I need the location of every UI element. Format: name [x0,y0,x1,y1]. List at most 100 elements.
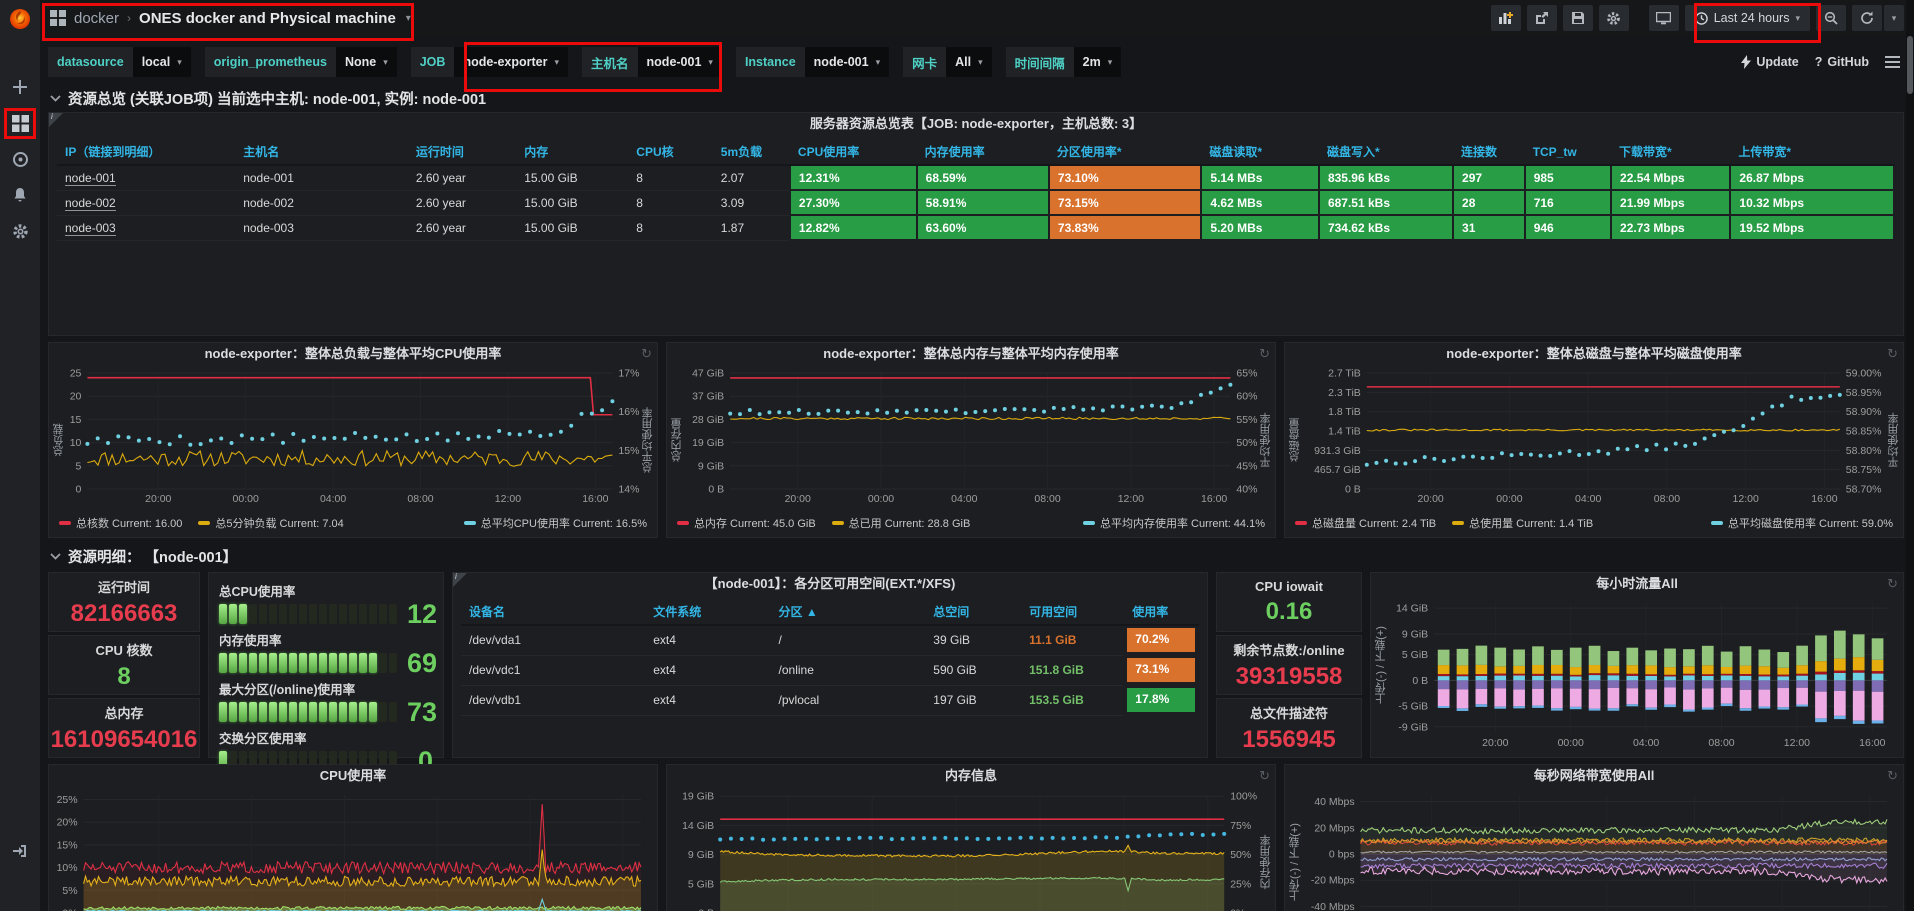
panel-title[interactable]: 【node-001】：各分区可用空间(EXT.*/XFS) [453,573,1207,595]
variable-value-dropdown[interactable]: node-exporter ▾ [454,47,569,77]
variable-value-dropdown[interactable]: All ▾ [946,47,992,77]
chart-plot[interactable]: 25 20 15 10 5 0 17% 16% 15% 14% 20:00 00:00 04:00 08:… [53,367,653,506]
zoom-out-button[interactable] [1816,5,1846,31]
avail-cell: 153.5 GiB [1021,685,1125,716]
refresh-icon[interactable]: ↻ [641,346,652,362]
legend-item[interactable]: 总平均内存使用率 Current: 44.1% [1082,515,1265,531]
variable-value-dropdown[interactable]: 2m ▾ [1073,47,1122,77]
panel-title[interactable]: 内存信息 [667,765,1275,787]
grafana-logo[interactable] [0,4,40,34]
column-header[interactable]: 使用率 [1124,599,1198,626]
chart-plot[interactable]: 2.7 TiB 2.3 TiB 1.8 TiB 1.4 TiB 931.3 GiB 465… [1289,367,1899,506]
refresh-interval-dropdown[interactable]: ▾ [1884,5,1904,31]
dashboards-menu-item[interactable] [0,108,40,138]
refresh-icon[interactable]: ↻ [1887,346,1898,362]
scrollbar[interactable] [1906,0,1914,911]
svg-text:9 GiB: 9 GiB [698,460,724,472]
column-header[interactable]: 下载带宽* [1611,139,1731,166]
variable-value-dropdown[interactable]: node-001 ▾ [637,47,722,77]
dashboard-title[interactable]: ONES docker and Physical machine [139,10,396,27]
chart-plot[interactable]: 40 Mbps20 Mbps0 bps-20 Mbps-40 Mbps20:00… [1289,789,1899,911]
column-header[interactable]: 5m负载 [712,139,790,166]
dashboard-settings-button[interactable] [1598,5,1629,31]
menu-icon[interactable] [1885,56,1900,68]
panel-title[interactable]: 每小时流量All [1371,573,1903,595]
refresh-icon[interactable]: ↻ [1887,576,1898,592]
column-header[interactable]: 上传带宽* [1730,139,1894,166]
panel-info-icon[interactable]: i [49,112,63,127]
chart-plot[interactable]: 47 GiB 37 GiB 28 GiB 19 GiB 9 GiB 0 B 65% 60% 55… [671,367,1271,506]
svg-text:45%: 45% [1236,460,1257,472]
column-header[interactable]: TCP_tw [1524,139,1612,166]
panel-title[interactable]: 服务器资源总览表【JOB: node-exporter，主机总数: 3】 [49,113,1903,135]
svg-text:-9 GiB: -9 GiB [1398,721,1428,733]
gauge-value: 69 [407,648,438,678]
table-cell[interactable]: node-001 [57,165,236,191]
legend-item[interactable]: 总平均CPU使用率 Current: 16.5% [463,515,647,531]
section-overview[interactable]: 资源总览 (关联JOB项) 当前选中主机: node-001, 实例: node… [50,88,486,109]
refresh-icon[interactable]: ↻ [1887,768,1898,784]
breadcrumb[interactable]: docker › ONES docker and Physical machin… [50,10,411,27]
column-header[interactable]: 主机名 [235,139,408,166]
column-header[interactable]: 设备名 [461,599,646,626]
explore-menu-item[interactable] [0,144,40,174]
save-button[interactable] [1562,5,1593,31]
column-header[interactable]: CPU使用率 [789,139,917,166]
column-header[interactable]: 运行时间 [407,139,517,166]
variable-value-dropdown[interactable]: None ▾ [335,47,397,77]
panel-title[interactable]: CPU使用率 [49,765,657,787]
alerting-menu-item[interactable] [0,180,40,210]
chart-plot[interactable]: 14 GiB 9 GiB 5 GiB 0 B -5 GiB -9 GiB 20:00 00:0… [1375,597,1899,749]
clock-icon [1694,11,1708,25]
chart-plot[interactable]: 19 GiB 14 GiB 9 GiB 5 GiB 0 B 100% 75% 50% 25% 0%… [671,789,1271,911]
panel-title[interactable]: node-exporter：整体总内存与整体平均内存使用率 [667,343,1275,365]
column-header[interactable]: 内存 [516,139,629,166]
legend-item[interactable]: 总使用量 Current: 1.4 TiB [1452,515,1593,531]
column-header[interactable]: 内存使用率 [916,139,1049,166]
time-range-picker[interactable]: Last 24 hours ▾ [1684,5,1810,31]
add-panel-button[interactable] [1490,5,1521,31]
configuration-menu-item[interactable] [0,216,40,246]
refresh-button[interactable] [1852,5,1882,31]
column-header[interactable]: IP（链接到明细） [57,139,236,166]
github-link[interactable]: ? GitHub [1815,55,1869,69]
variable-value-dropdown[interactable]: node-001 ▾ [804,47,890,77]
table-cell[interactable]: node-002 [57,190,236,216]
chart-plot[interactable]: 25%20%15%10%5%0%20:0000:0004:0008:0012:0… [53,789,653,911]
panel-info-icon[interactable]: i [453,572,467,587]
legend-item[interactable]: 总平均磁盘使用率 Current: 59.0% [1710,515,1893,531]
singlestat-statsLeft-0: 运行时间 82166663 [48,572,200,632]
legend-item[interactable]: 总5分钟负载 Current: 7.04 [198,515,344,531]
panel-title[interactable]: 每秒网络带宽使用All [1285,765,1903,787]
svg-text:20:00: 20:00 [785,493,811,505]
update-link[interactable]: Update [1741,55,1799,69]
column-header[interactable]: 分区使用率* [1048,139,1202,166]
legend-item[interactable]: 总内存 Current: 45.0 GiB [677,515,816,531]
create-menu-item[interactable] [0,72,40,102]
refresh-icon[interactable]: ↻ [1259,768,1270,784]
column-header[interactable]: 分区 ▲ [770,599,926,626]
svg-text:55%: 55% [1236,414,1257,426]
column-header[interactable]: 总空间 [925,599,1022,626]
breadcrumb-section[interactable]: docker [74,10,119,27]
section-detail[interactable]: 资源明细： 【node-001】 [50,546,237,567]
table-cell[interactable]: node-003 [57,215,236,241]
column-header[interactable]: 可用空间 [1021,599,1125,626]
scrollbar-thumb[interactable] [1907,36,1913,94]
share-button[interactable] [1526,5,1557,31]
panel-title[interactable]: node-exporter：整体总负载与整体平均CPU使用率 [49,343,657,365]
column-header[interactable]: 磁盘写入* [1318,139,1454,166]
column-header[interactable]: 连接数 [1453,139,1525,166]
sign-in-menu-item[interactable] [0,836,40,866]
column-header[interactable]: CPU核 [628,139,713,166]
cycle-view-button[interactable] [1648,5,1679,31]
variable-value-dropdown[interactable]: local ▾ [132,47,191,77]
legend-item[interactable]: 总核数 Current: 16.00 [59,515,182,531]
refresh-icon[interactable]: ↻ [1259,346,1270,362]
legend-item[interactable]: 总磁盘量 Current: 2.4 TiB [1295,515,1436,531]
column-header[interactable]: 文件系统 [645,599,771,626]
panel-title[interactable]: node-exporter：整体总磁盘与整体平均磁盘使用率 [1285,343,1903,365]
table-row: /dev/vdb1 ext4/pvlocal 197 GiB 153.5 GiB 17.… [461,684,1199,716]
column-header[interactable]: 磁盘读取* [1201,139,1319,166]
legend-item[interactable]: 总已用 Current: 28.8 GiB [831,515,970,531]
